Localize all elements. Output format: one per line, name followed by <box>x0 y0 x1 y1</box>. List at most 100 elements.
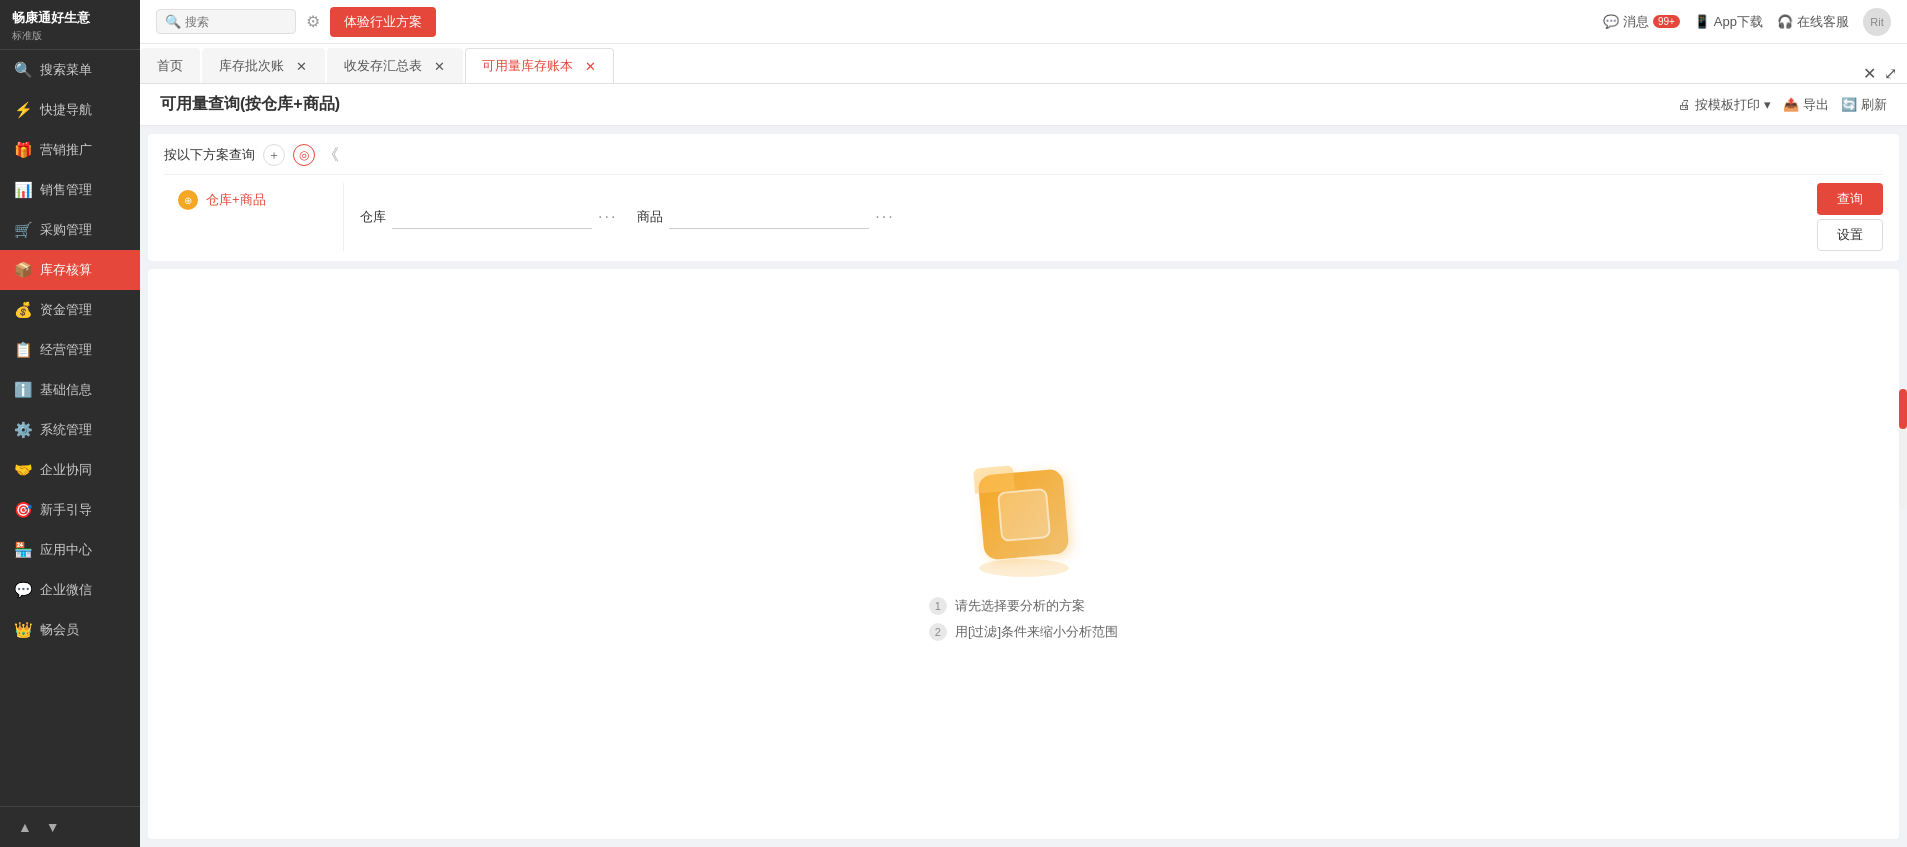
sidebar-item-搜索菜单[interactable]: 🔍 搜索菜单 <box>0 50 140 90</box>
action-buttons: 查询 设置 <box>1817 183 1883 251</box>
expand-tab-btn[interactable]: ⤢ <box>1884 64 1897 83</box>
collapse-btn[interactable]: 《 <box>323 145 339 166</box>
goods-input[interactable] <box>669 205 869 229</box>
sidebar-label-10: 企业协同 <box>40 461 92 479</box>
right-scrollbar[interactable] <box>1899 389 1907 509</box>
export-action[interactable]: 📤 导出 <box>1783 96 1829 114</box>
message-action[interactable]: 💬 消息 99+ <box>1603 13 1680 31</box>
sidebar-item-应用中心[interactable]: 🏪 应用中心 <box>0 530 140 570</box>
online-service-label: 在线客服 <box>1797 13 1849 31</box>
shadow <box>979 559 1069 577</box>
goods-more-btn[interactable]: ··· <box>875 208 894 226</box>
sidebar-icon-8: ℹ️ <box>14 381 32 399</box>
hint-num-1: 1 <box>929 597 947 615</box>
online-service-action[interactable]: 🎧 在线客服 <box>1777 13 1849 31</box>
tab-1[interactable]: 库存批次账 ✕ <box>202 48 325 83</box>
sidebar-item-新手引导[interactable]: 🎯新手引导 <box>0 490 140 530</box>
sidebar-item-企业协同[interactable]: 🤝企业协同 <box>0 450 140 490</box>
sidebar-icon-2: 🎁 <box>14 141 32 159</box>
page-title: 可用量查询(按仓库+商品) <box>160 94 340 115</box>
message-label: 消息 <box>1623 13 1649 31</box>
search-input[interactable] <box>185 15 285 29</box>
app-download-icon: 📱 <box>1694 14 1710 29</box>
tab-3[interactable]: 可用量库存账本✕ <box>465 48 614 83</box>
page-header-actions: 🖨 按模板打印 ▾ 📤 导出 🔄 刷新 <box>1678 96 1887 114</box>
warehouse-input[interactable] <box>392 205 592 229</box>
scroll-down-btn[interactable]: ▼ <box>42 815 64 839</box>
data-area: 1 请先选择要分析的方案 2 用[过滤]条件来缩小分析范围 <box>148 269 1899 839</box>
app-download-action[interactable]: 📱 App下载 <box>1694 13 1763 31</box>
refresh-action[interactable]: 🔄 刷新 <box>1841 96 1887 114</box>
empty-hints: 1 请先选择要分析的方案 2 用[过滤]条件来缩小分析范围 <box>929 597 1118 641</box>
app-name: 畅康通好生意 <box>12 10 128 27</box>
export-label: 导出 <box>1803 96 1829 114</box>
industry-solution-btn[interactable]: 体验行业方案 <box>330 7 436 37</box>
sidebar-item-资金管理[interactable]: 💰资金管理 <box>0 290 140 330</box>
sidebar-item-经营管理[interactable]: 📋经营管理 <box>0 330 140 370</box>
scheme-label: 按以下方案查询 <box>164 146 255 164</box>
print-action[interactable]: 🖨 按模板打印 ▾ <box>1678 96 1771 114</box>
content-wrapper: 可用量查询(按仓库+商品) 🖨 按模板打印 ▾ 📤 导出 🔄 刷新 <box>140 84 1907 847</box>
box-lid <box>972 465 1014 493</box>
user-avatar[interactable]: Rit <box>1863 8 1891 36</box>
sidebar-label-5: 库存核算 <box>40 261 92 279</box>
tab-0[interactable]: 首页 <box>140 48 200 83</box>
sidebar-icon-11: 🎯 <box>14 501 32 519</box>
sidebar-label-0: 搜索菜单 <box>40 61 92 79</box>
sidebar-label-8: 基础信息 <box>40 381 92 399</box>
search-icon: 🔍 <box>165 14 181 29</box>
hint-text-2: 用[过滤]条件来缩小分析范围 <box>955 623 1118 641</box>
app-edition: 标准版 <box>12 29 128 43</box>
sidebar-icon-12: 🏪 <box>14 541 32 559</box>
tab-label-1: 库存批次账 <box>219 57 284 75</box>
sidebar-item-企业微信[interactable]: 💬企业微信 <box>0 570 140 610</box>
filter-fields-row: 仓库 ··· 商品 ··· <box>344 183 1817 251</box>
sidebar-item-系统管理[interactable]: ⚙️系统管理 <box>0 410 140 450</box>
sidebar-item-快捷导航[interactable]: ⚡快捷导航 <box>0 90 140 130</box>
settings-scheme-btn[interactable]: ◎ <box>293 144 315 166</box>
sidebar-icon-6: 💰 <box>14 301 32 319</box>
app-download-label: App下载 <box>1714 13 1763 31</box>
warehouse-label: 仓库 <box>360 208 386 226</box>
topbar-search-box[interactable]: 🔍 <box>156 9 296 34</box>
scheme-list: ⊕ 仓库+商品 <box>164 183 344 251</box>
sidebar-label-3: 销售管理 <box>40 181 92 199</box>
sidebar-item-库存核算[interactable]: 📦库存核算 <box>0 250 140 290</box>
add-scheme-btn[interactable]: ＋ <box>263 144 285 166</box>
app-logo: 畅康通好生意 标准版 <box>0 0 140 50</box>
avatar-icon: Rit <box>1863 8 1891 36</box>
refresh-icon: 🔄 <box>1841 97 1857 112</box>
scroll-up-btn[interactable]: ▲ <box>14 815 36 839</box>
sidebar-label-12: 应用中心 <box>40 541 92 559</box>
gear-icon[interactable]: ⚙ <box>306 12 320 31</box>
headset-icon: 🎧 <box>1777 14 1793 29</box>
scheme-icon: ⊕ <box>178 190 198 210</box>
tabs-tail: ✕ ⤢ <box>1853 64 1907 83</box>
sidebar-item-销售管理[interactable]: 📊销售管理 <box>0 170 140 210</box>
query-scheme-panel: 按以下方案查询 ＋ ◎ 《 ⊕ 仓库+商品 <box>148 134 1899 261</box>
topbar-actions: 💬 消息 99+ 📱 App下载 🎧 在线客服 Rit <box>1603 8 1891 36</box>
sidebar-icon-1: ⚡ <box>14 101 32 119</box>
tab-close-3[interactable]: ✕ <box>583 59 597 73</box>
scheme-area: ⊕ 仓库+商品 仓库 ··· 商品 <box>164 183 1883 251</box>
sidebar-item-营销推广[interactable]: 🎁营销推广 <box>0 130 140 170</box>
sidebar-label-13: 企业微信 <box>40 581 92 599</box>
sidebar-item-畅会员[interactable]: 👑畅会员 <box>0 610 140 650</box>
warehouse-more-btn[interactable]: ··· <box>598 208 617 226</box>
scrollbar-thumb[interactable] <box>1899 389 1907 429</box>
setting-button[interactable]: 设置 <box>1817 219 1883 251</box>
sidebar-icon-0: 🔍 <box>14 61 32 79</box>
hint-text-1: 请先选择要分析的方案 <box>955 597 1085 615</box>
sidebar-item-采购管理[interactable]: 🛒采购管理 <box>0 210 140 250</box>
scheme-item-warehouse-goods[interactable]: ⊕ 仓库+商品 <box>164 183 343 217</box>
close-tab-btn[interactable]: ✕ <box>1863 64 1876 83</box>
query-button[interactable]: 查询 <box>1817 183 1883 215</box>
tab-close-1[interactable]: ✕ <box>294 59 308 73</box>
tab-close-2[interactable]: ✕ <box>432 59 446 73</box>
sidebar: 畅康通好生意 标准版 🔍 搜索菜单 ⚡快捷导航🎁营销推广📊销售管理🛒采购管理📦库存核… <box>0 0 140 847</box>
topbar: 🔍 ⚙ 体验行业方案 💬 消息 99+ 📱 App下载 🎧 在线客服 <box>140 0 1907 44</box>
tab-2[interactable]: 收发存汇总表✕ <box>327 48 463 83</box>
empty-illustration <box>969 467 1079 577</box>
sidebar-item-基础信息[interactable]: ℹ️ 基础信息 <box>0 370 140 410</box>
main-area: 🔍 ⚙ 体验行业方案 💬 消息 99+ 📱 App下载 🎧 在线客服 <box>140 0 1907 847</box>
